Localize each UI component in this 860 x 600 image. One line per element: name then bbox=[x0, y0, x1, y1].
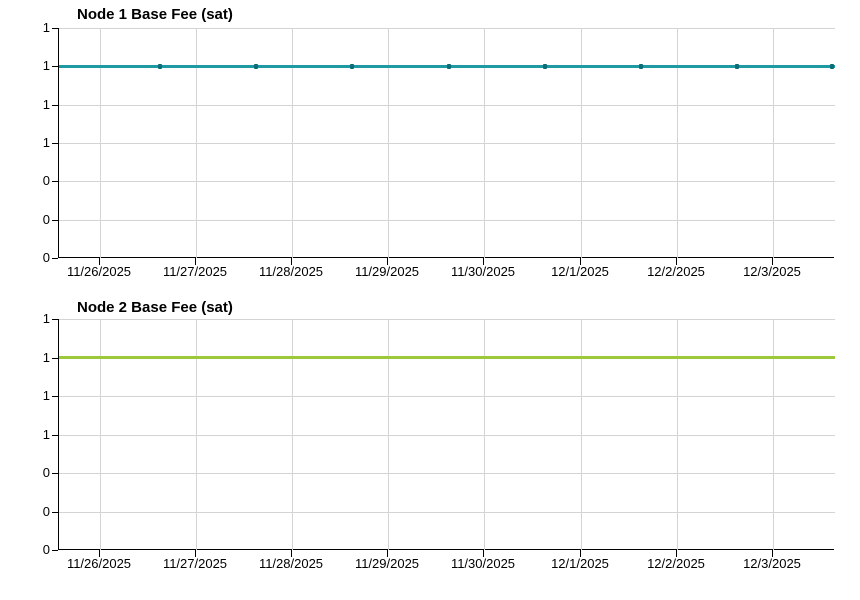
x-gridline bbox=[773, 28, 774, 258]
y-axis-tick bbox=[52, 28, 58, 29]
series-line bbox=[59, 356, 835, 359]
x-tick-label: 12/1/2025 bbox=[538, 556, 622, 572]
y-gridline bbox=[59, 28, 835, 29]
x-tick-label: 12/2/2025 bbox=[634, 264, 718, 280]
y-tick-label: 0 bbox=[20, 173, 50, 189]
y-gridline bbox=[59, 319, 835, 320]
x-gridline bbox=[484, 28, 485, 258]
x-gridline bbox=[196, 28, 197, 258]
chart-node-2-base-fee: Node 2 Base Fee (sat) 1 1 1 1 0 0 0 11/26/2025 1… bbox=[0, 291, 860, 600]
data-point-marker bbox=[254, 64, 258, 69]
x-tick-label: 11/30/2025 bbox=[441, 556, 525, 572]
y-gridline bbox=[59, 435, 835, 436]
y-axis-tick bbox=[52, 105, 58, 106]
y-tick-label: 1 bbox=[20, 20, 50, 36]
y-axis-tick bbox=[52, 258, 58, 259]
y-tick-label: 1 bbox=[20, 427, 50, 443]
chart-title: Node 1 Base Fee (sat) bbox=[77, 6, 233, 23]
charts-canvas: Node 1 Base Fee (sat) 1 1 1 1 0 0 0 11/26/2025 1… bbox=[0, 0, 860, 600]
y-tick-label: 1 bbox=[20, 97, 50, 113]
chart-node-1-base-fee: Node 1 Base Fee (sat) 1 1 1 1 0 0 0 11/26/2025 1… bbox=[0, 0, 860, 291]
data-point-marker bbox=[447, 64, 451, 69]
x-tick-label: 12/3/2025 bbox=[730, 556, 814, 572]
x-gridline bbox=[388, 319, 389, 550]
x-tick-label: 11/27/2025 bbox=[153, 264, 237, 280]
x-tick-label: 12/3/2025 bbox=[730, 264, 814, 280]
y-gridline bbox=[59, 512, 835, 513]
y-axis-tick bbox=[52, 220, 58, 221]
x-gridline bbox=[292, 28, 293, 258]
x-gridline bbox=[581, 319, 582, 550]
x-gridline bbox=[677, 319, 678, 550]
data-point-marker bbox=[158, 64, 162, 69]
y-tick-label: 0 bbox=[20, 465, 50, 481]
x-tick-label: 12/2/2025 bbox=[634, 556, 718, 572]
x-gridline bbox=[100, 28, 101, 258]
data-point-marker bbox=[543, 64, 547, 69]
y-gridline bbox=[59, 396, 835, 397]
y-tick-label: 1 bbox=[20, 58, 50, 74]
chart-title: Node 2 Base Fee (sat) bbox=[77, 299, 233, 316]
x-tick-label: 11/29/2025 bbox=[345, 556, 429, 572]
data-point-marker bbox=[830, 64, 834, 69]
y-axis-tick bbox=[52, 66, 58, 67]
plot-area bbox=[58, 319, 834, 550]
y-gridline bbox=[59, 181, 835, 182]
x-gridline bbox=[773, 319, 774, 550]
x-gridline bbox=[100, 319, 101, 550]
data-point-marker bbox=[639, 64, 643, 69]
x-gridline bbox=[388, 28, 389, 258]
x-tick-label: 11/28/2025 bbox=[249, 264, 333, 280]
x-gridline bbox=[581, 28, 582, 258]
y-axis-tick bbox=[52, 550, 58, 551]
y-tick-label: 0 bbox=[20, 212, 50, 228]
x-tick-label: 11/26/2025 bbox=[57, 264, 141, 280]
y-tick-label: 1 bbox=[20, 388, 50, 404]
y-gridline bbox=[59, 143, 835, 144]
x-gridline bbox=[677, 28, 678, 258]
y-axis-tick bbox=[52, 358, 58, 359]
y-gridline bbox=[59, 220, 835, 221]
plot-area bbox=[58, 28, 834, 258]
y-axis-tick bbox=[52, 473, 58, 474]
x-gridline bbox=[292, 319, 293, 550]
y-tick-label: 1 bbox=[20, 135, 50, 151]
x-tick-label: 11/26/2025 bbox=[57, 556, 141, 572]
x-gridline bbox=[484, 319, 485, 550]
data-point-marker bbox=[735, 64, 739, 69]
y-gridline bbox=[59, 473, 835, 474]
y-tick-label: 1 bbox=[20, 311, 50, 327]
x-tick-label: 11/28/2025 bbox=[249, 556, 333, 572]
y-axis-tick bbox=[52, 181, 58, 182]
y-axis-tick bbox=[52, 435, 58, 436]
y-gridline bbox=[59, 105, 835, 106]
y-tick-label: 0 bbox=[20, 504, 50, 520]
x-gridline bbox=[196, 319, 197, 550]
y-axis-tick bbox=[52, 319, 58, 320]
x-tick-label: 11/30/2025 bbox=[441, 264, 525, 280]
y-axis-tick bbox=[52, 143, 58, 144]
y-tick-label: 0 bbox=[20, 250, 50, 266]
y-tick-label: 0 bbox=[20, 542, 50, 558]
y-tick-label: 1 bbox=[20, 350, 50, 366]
x-tick-label: 12/1/2025 bbox=[538, 264, 622, 280]
x-tick-label: 11/29/2025 bbox=[345, 264, 429, 280]
data-point-marker bbox=[350, 64, 354, 69]
y-axis-tick bbox=[52, 512, 58, 513]
x-tick-label: 11/27/2025 bbox=[153, 556, 237, 572]
y-axis-tick bbox=[52, 396, 58, 397]
